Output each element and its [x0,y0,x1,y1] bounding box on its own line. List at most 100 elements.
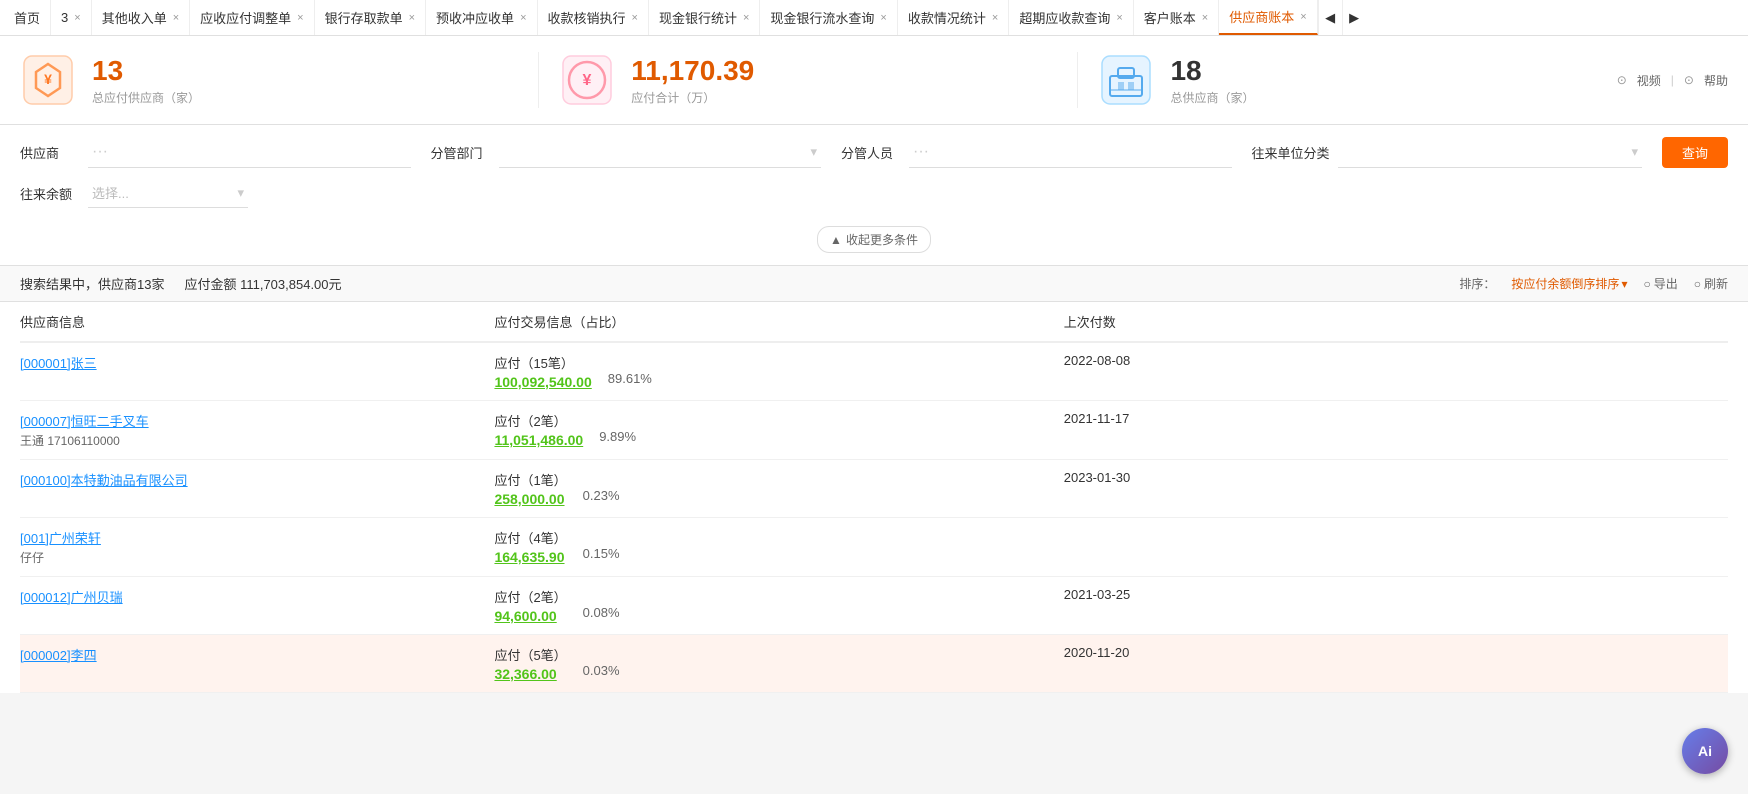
collapse-label: 收起更多条件 [846,231,918,248]
svg-text:¥: ¥ [44,71,52,87]
transaction-cell-0: 应付（15笔） 100,092,540.00 89.61% [494,353,1063,390]
table-row: [000007]恒旺二手叉车 王通 17106110000 应付（2笔） 11,… [20,401,1728,460]
lastpay-cell-2: 2023-01-30 [1064,470,1349,485]
svg-text:¥: ¥ [583,72,592,89]
collapse-button[interactable]: ▲ 收起更多条件 [817,226,931,253]
nav-tab-ar-adjust[interactable]: 应收应付调整单 × [190,0,314,35]
nav-tab-cash-bank-stat-close[interactable]: × [743,12,749,24]
nav-tab-customer-ledger-close[interactable]: × [1202,12,1208,24]
dept-select[interactable]: ▾ [499,138,822,168]
supplier-link-3[interactable]: [001]广州荣轩 [20,528,494,547]
transaction-cell-1: 应付（2笔） 11,051,486.00 9.89% [494,411,1063,448]
supplier-cell-5: [000002]李四 [20,645,494,664]
table-row-content: [000007]恒旺二手叉车 王通 17106110000 应付（2笔） 11,… [20,411,1728,449]
transaction-cell-2: 应付（1笔） 258,000.00 0.23% [494,470,1063,507]
supplier-link-1[interactable]: [000007]恒旺二手叉车 [20,411,494,430]
nav-prev-arrow[interactable]: ◀ [1318,0,1342,36]
nav-tab-overdue[interactable]: 超期应收款查询 × [1009,0,1133,35]
table-row: [000100]本特勤油品有限公司 应付（1笔） 258,000.00 0.23… [20,460,1728,518]
table-row: [000012]广州贝瑞 应付（2笔） 94,600.00 0.08% 2021… [20,577,1728,635]
last-pay-date-1: 2021-11-17 [1064,411,1349,426]
collapse-up-icon: ▲ [830,233,842,247]
last-pay-date-2: 2023-01-30 [1064,470,1349,485]
category-chevron-down-icon: ▾ [1631,144,1638,160]
trans-label-0: 应付（15笔） [494,353,591,372]
supplier-link-5[interactable]: [000002]李四 [20,645,494,664]
trans-info-3: 应付（4笔） 164,635.90 [494,528,566,565]
nav-tab-prepay-close[interactable]: × [520,12,526,24]
top-right-links: ⊙ 视频 | ⊙ 帮助 [1617,72,1728,89]
trans-cell-5: 应付（5笔） 32,366.00 0.03% [494,645,1063,682]
nav-tab-supplier-ledger-close[interactable]: × [1300,11,1306,23]
trans-amount-4[interactable]: 94,600.00 [494,608,566,624]
nav-tab-other-income-close[interactable]: × [173,12,179,24]
balance-select[interactable]: 选择... ▾ [88,178,248,208]
trans-cell-1: 应付（2笔） 11,051,486.00 9.89% [494,411,1063,448]
trans-info-1: 应付（2笔） 11,051,486.00 [494,411,583,448]
sort-select[interactable]: 按应付余额倒序排序 ▾ [1511,275,1627,292]
nav-tab-home[interactable]: 首页 [4,0,51,35]
sort-chevron-down-icon: ▾ [1621,277,1627,291]
nav-tab-receipt-stat[interactable]: 收款情况统计 × [898,0,1009,35]
supplier-link-2[interactable]: [000100]本特勤油品有限公司 [20,470,494,489]
supplier-link-4[interactable]: [000012]广州贝瑞 [20,587,494,606]
trans-label-1: 应付（2笔） [494,411,583,430]
nav-next-arrow[interactable]: ▶ [1342,0,1366,36]
separator: | [1671,73,1674,87]
search-row-1: 供应商 ··· 分管部门 ▾ 分管人员 ··· 往来单位分类 ▾ [20,137,1728,168]
nav-tab-3[interactable]: 3 × [51,0,92,35]
trans-info-4: 应付（2笔） 94,600.00 [494,587,566,624]
nav-tab-prepay[interactable]: 预收冲应收单 × [426,0,537,35]
ai-assistant-button[interactable]: Ai [1682,728,1728,774]
refresh-button[interactable]: ○ 刷新 [1694,275,1728,292]
trans-label-5: 应付（5笔） [494,645,566,664]
nav-tab-customer-ledger[interactable]: 客户账本 × [1134,0,1219,35]
nav-tab-other-income[interactable]: 其他收入单 × [92,0,190,35]
help-icon: ⊙ [1684,73,1694,87]
trans-amount-3[interactable]: 164,635.90 [494,549,566,565]
nav-tab-cash-flow[interactable]: 现金银行流水查询 × [760,0,897,35]
nav-tab-receipt-exec[interactable]: 收款核销执行 × [538,0,649,35]
trans-percent-5: 0.03% [583,663,620,678]
nav-tab-bank-deposit[interactable]: 银行存取款单 × [315,0,426,35]
nav-tab-overdue-close[interactable]: × [1116,12,1122,24]
supplier-link-0[interactable]: [000001]张三 [20,353,494,372]
balance-label: 往来余额 [20,184,80,203]
nav-tab-supplier-ledger[interactable]: 供应商账本 × [1219,0,1317,35]
person-input[interactable]: ··· [909,138,1232,168]
trans-amount-5[interactable]: 32,366.00 [494,666,566,682]
summary-card-payable-suppliers: ¥ 13 总应付供应商（家） [20,52,539,108]
trans-amount-1[interactable]: 11,051,486.00 [494,432,583,448]
table-header-row: 供应商信息 应付交易信息（占比） 上次付数 [20,302,1728,343]
table-row: [000001]张三 应付（15笔） 100,092,540.00 89.61%… [20,343,1728,401]
nav-tab-receipt-stat-close[interactable]: × [992,12,998,24]
supplier-field-group: 供应商 ··· [20,138,411,168]
video-link[interactable]: 视频 [1637,72,1661,89]
trans-amount-0[interactable]: 100,092,540.00 [494,374,591,390]
nav-tab-ar-adjust-close[interactable]: × [297,12,303,24]
category-label: 往来单位分类 [1252,143,1330,162]
supplier-table: 供应商信息 应付交易信息（占比） 上次付数 [000001]张三 应付（15笔）… [0,302,1748,693]
lastpay-cell-5: 2020-11-20 [1064,645,1349,660]
payable-suppliers-label: 总应付供应商（家） [92,89,200,106]
export-label: 导出 [1654,275,1678,292]
nav-tab-receipt-stat-label: 收款情况统计 [908,8,986,27]
trans-amount-2[interactable]: 258,000.00 [494,491,566,507]
total-payable-icon: ¥ [559,52,615,108]
transaction-cell-4: 应付（2笔） 94,600.00 0.08% [494,587,1063,624]
transaction-cell-3: 应付（4笔） 164,635.90 0.15% [494,528,1063,565]
search-button[interactable]: 查询 [1662,137,1728,168]
nav-tab-3-label: 3 [61,10,68,25]
export-button[interactable]: ○ 导出 [1643,275,1677,292]
nav-tab-bank-deposit-close[interactable]: × [409,12,415,24]
nav-tab-cash-flow-close[interactable]: × [880,12,886,24]
nav-tab-3-close[interactable]: × [74,12,80,24]
help-link[interactable]: 帮助 [1704,72,1728,89]
nav-tab-receipt-exec-close[interactable]: × [632,12,638,24]
category-select[interactable]: ▾ [1338,138,1642,168]
supplier-input[interactable]: ··· [88,138,411,168]
nav-tab-other-income-label: 其他收入单 [102,8,167,27]
nav-tab-cash-bank-stat[interactable]: 现金银行统计 × [649,0,760,35]
nav-tab-supplier-ledger-label: 供应商账本 [1229,7,1294,26]
nav-tab-cash-flow-label: 现金银行流水查询 [770,8,874,27]
